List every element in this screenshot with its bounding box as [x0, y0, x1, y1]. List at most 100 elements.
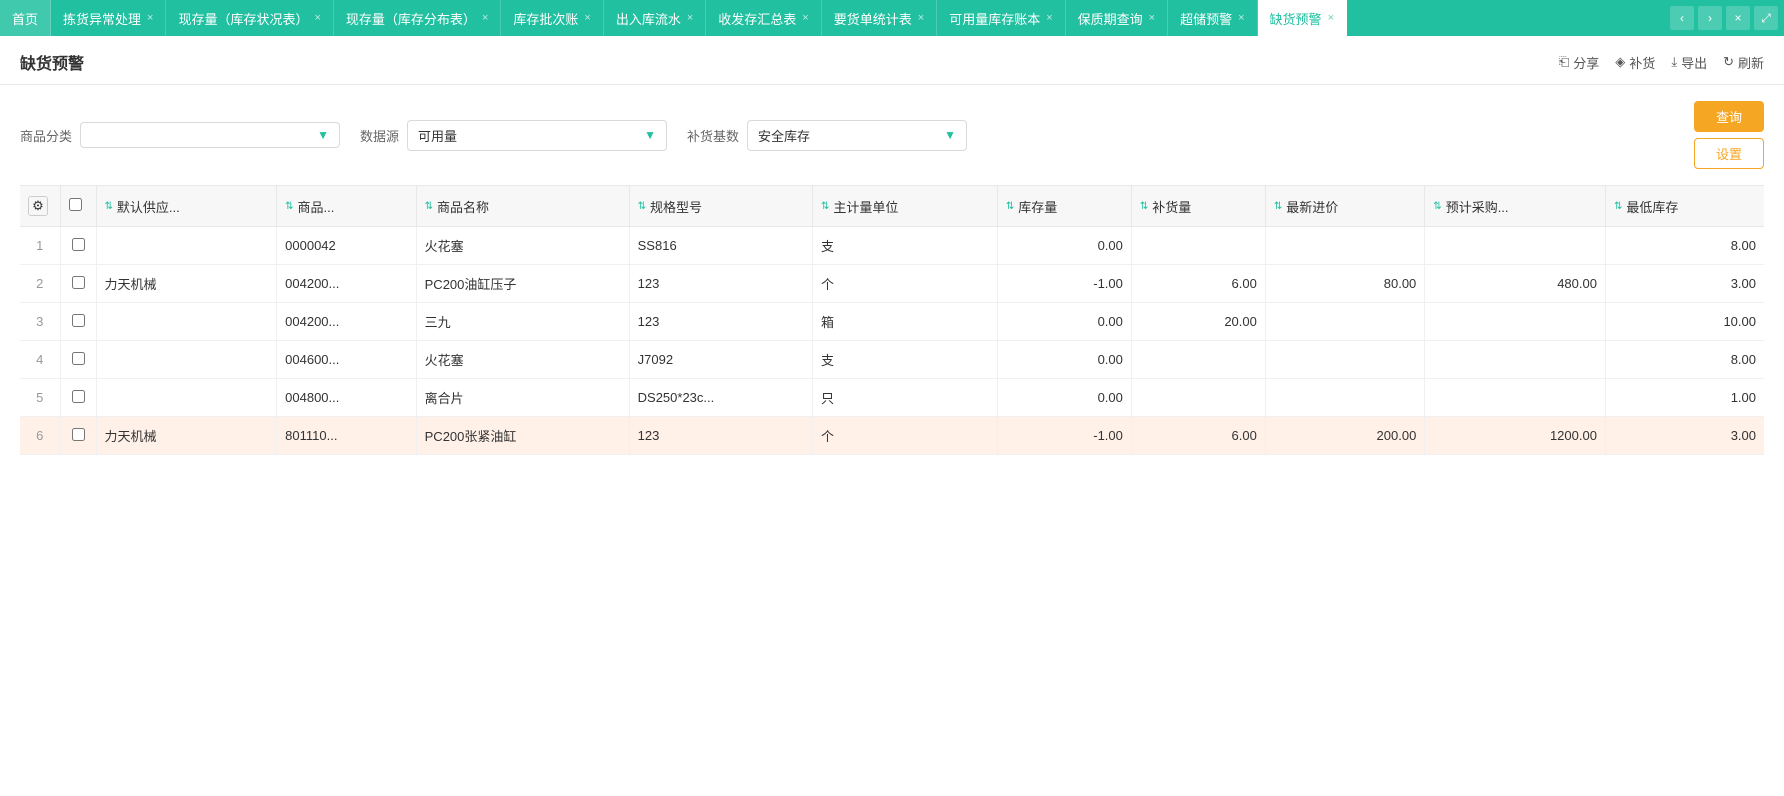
tab-receipt-close[interactable]: ×: [802, 12, 808, 24]
row-supplier-5: [96, 379, 277, 417]
tab-overstock-warning[interactable]: 超储预警 ×: [1168, 0, 1257, 36]
sort-supplier-icon: ⇅: [105, 201, 113, 212]
shortage-table: ⚙ ⇅ 默认供应... ⇅ 商品...: [20, 185, 1764, 455]
tab-expiry-query[interactable]: 保质期查询 ×: [1066, 0, 1168, 36]
row-unit-6: 个: [812, 417, 997, 455]
tab-available-ledger[interactable]: 可用量库存账本 ×: [937, 0, 1065, 36]
row-checkbox-6[interactable]: [72, 428, 85, 441]
category-select[interactable]: ▼: [80, 122, 340, 148]
tab-picking-close[interactable]: ×: [147, 12, 153, 24]
export-icon: ⤓: [1671, 54, 1677, 70]
row-unit-3: 箱: [812, 303, 997, 341]
th-product-code: ⇅ 商品...: [277, 186, 416, 227]
tab-picking-exception[interactable]: 拣货异常处理 ×: [51, 0, 166, 36]
datasource-select[interactable]: 可用量 ▼: [407, 120, 667, 151]
tab-expiry-close[interactable]: ×: [1149, 12, 1155, 24]
row-replenish-4: [1131, 341, 1265, 379]
tab-stock-status-label: 现存量（库存状况表）: [178, 9, 308, 28]
share-button[interactable]: ⎗ 分享: [1559, 53, 1599, 72]
export-button[interactable]: ⤓ 导出: [1671, 53, 1707, 72]
row-checkbox-4[interactable]: [72, 352, 85, 365]
nav-prev-button[interactable]: ‹: [1670, 6, 1694, 30]
tab-stock-status-close[interactable]: ×: [314, 12, 320, 24]
settings-button[interactable]: 设置: [1694, 138, 1764, 169]
row-price-6: 200.00: [1265, 417, 1424, 455]
row-checkbox-3[interactable]: [72, 314, 85, 327]
tab-home[interactable]: 首页: [0, 0, 51, 36]
row-name-4: 火花塞: [416, 341, 629, 379]
row-unit-5: 只: [812, 379, 997, 417]
tab-stock-dist-close[interactable]: ×: [482, 12, 488, 24]
row-name-3: 三九: [416, 303, 629, 341]
sort-name-icon: ⇅: [425, 201, 433, 212]
row-replenish-2: 6.00: [1131, 265, 1265, 303]
row-num-5: 5: [20, 379, 60, 417]
row-spec-3: 123: [629, 303, 812, 341]
row-checkbox-cell-6: [60, 417, 96, 455]
tab-receipt-summary[interactable]: 收发存汇总表 ×: [706, 0, 821, 36]
tab-requisition-close[interactable]: ×: [918, 12, 924, 24]
row-price-1: [1265, 227, 1424, 265]
nav-next-button[interactable]: ›: [1698, 6, 1722, 30]
tab-overstock-close[interactable]: ×: [1238, 12, 1244, 24]
refresh-button[interactable]: ↻ 刷新: [1723, 53, 1764, 72]
query-button[interactable]: 查询: [1694, 101, 1764, 132]
table-row[interactable]: 3 004200... 三九 123 箱 0.00 20.00 10.00: [20, 303, 1764, 341]
column-settings-icon[interactable]: ⚙: [28, 196, 48, 216]
row-minstock-3: 10.00: [1605, 303, 1764, 341]
select-all-checkbox[interactable]: [69, 198, 82, 211]
row-replenish-6: 6.00: [1131, 417, 1265, 455]
main-content: 缺货预警 ⎗ 分享 ◈ 补货 ⤓ 导出 ↻ 刷新 商品分类: [0, 36, 1784, 796]
replenish-base-select[interactable]: 安全库存 ▼: [747, 120, 967, 151]
refresh-label: 刷新: [1738, 53, 1764, 72]
tab-home-label: 首页: [12, 9, 38, 28]
row-num-6: 6: [20, 417, 60, 455]
row-checkbox-2[interactable]: [72, 276, 85, 289]
table-row[interactable]: 5 004800... 离合片 DS250*23c... 只 0.00 1.00: [20, 379, 1764, 417]
row-stock-3: 0.00: [997, 303, 1131, 341]
row-spec-1: SS816: [629, 227, 812, 265]
table-row[interactable]: 1 0000042 火花塞 SS816 支 0.00 8.00: [20, 227, 1764, 265]
th-settings: ⚙: [20, 186, 60, 227]
row-spec-5: DS250*23c...: [629, 379, 812, 417]
tab-stock-dist[interactable]: 现存量（库存分布表） ×: [334, 0, 501, 36]
tab-batch-close[interactable]: ×: [584, 12, 590, 24]
replenish-base-filter-group: 补货基数 安全库存 ▼: [687, 120, 967, 151]
row-replenish-1: [1131, 227, 1265, 265]
replenish-button[interactable]: ◈ 补货: [1615, 53, 1655, 72]
row-checkbox-5[interactable]: [72, 390, 85, 403]
datasource-filter-group: 数据源 可用量 ▼: [360, 120, 667, 151]
filter-actions: 查询 设置: [1694, 101, 1764, 169]
table-row[interactable]: 4 004600... 火花塞 J7092 支 0.00 8.00: [20, 341, 1764, 379]
tab-inout-close[interactable]: ×: [687, 12, 693, 24]
nav-controls: ‹ › × ⤢: [1664, 6, 1784, 30]
row-minstock-5: 1.00: [1605, 379, 1764, 417]
filter-bar: 商品分类 ▼ 数据源 可用量 ▼ 补货基数 安全库存 ▼ 查询 设置: [0, 85, 1784, 185]
replenish-base-value: 安全库存: [758, 126, 810, 145]
th-latest-price: ⇅ 最新进价: [1265, 186, 1424, 227]
row-price-3: [1265, 303, 1424, 341]
tab-stock-status[interactable]: 现存量（库存状况表） ×: [166, 0, 333, 36]
replenish-icon: ◈: [1615, 54, 1625, 70]
tab-shortage-warning[interactable]: 缺货预警 ×: [1258, 0, 1347, 36]
tab-batch-account[interactable]: 库存批次账 ×: [501, 0, 603, 36]
sort-code-icon: ⇅: [285, 201, 293, 212]
row-unit-4: 支: [812, 341, 997, 379]
row-checkbox-1[interactable]: [72, 238, 85, 251]
table-row[interactable]: 6 力天机械 801110... PC200张紧油缸 123 个 -1.00 6…: [20, 417, 1764, 455]
sort-price-icon: ⇅: [1274, 201, 1282, 212]
tab-available-close[interactable]: ×: [1046, 12, 1052, 24]
table-header-row: ⚙ ⇅ 默认供应... ⇅ 商品...: [20, 186, 1764, 227]
tab-inout-flow[interactable]: 出入库流水 ×: [604, 0, 706, 36]
nav-expand-button[interactable]: ⤢: [1754, 6, 1778, 30]
tab-shortage-close[interactable]: ×: [1328, 12, 1334, 24]
nav-close-button[interactable]: ×: [1726, 6, 1750, 30]
replenish-base-label: 补货基数: [687, 126, 739, 145]
table-row[interactable]: 2 力天机械 004200... PC200油缸压子 123 个 -1.00 6…: [20, 265, 1764, 303]
row-minstock-1: 8.00: [1605, 227, 1764, 265]
row-replenish-3: 20.00: [1131, 303, 1265, 341]
tab-receipt-label: 收发存汇总表: [718, 9, 796, 28]
row-code-5: 004800...: [277, 379, 416, 417]
row-price-2: 80.00: [1265, 265, 1424, 303]
tab-requisition-stats[interactable]: 要货单统计表 ×: [822, 0, 937, 36]
